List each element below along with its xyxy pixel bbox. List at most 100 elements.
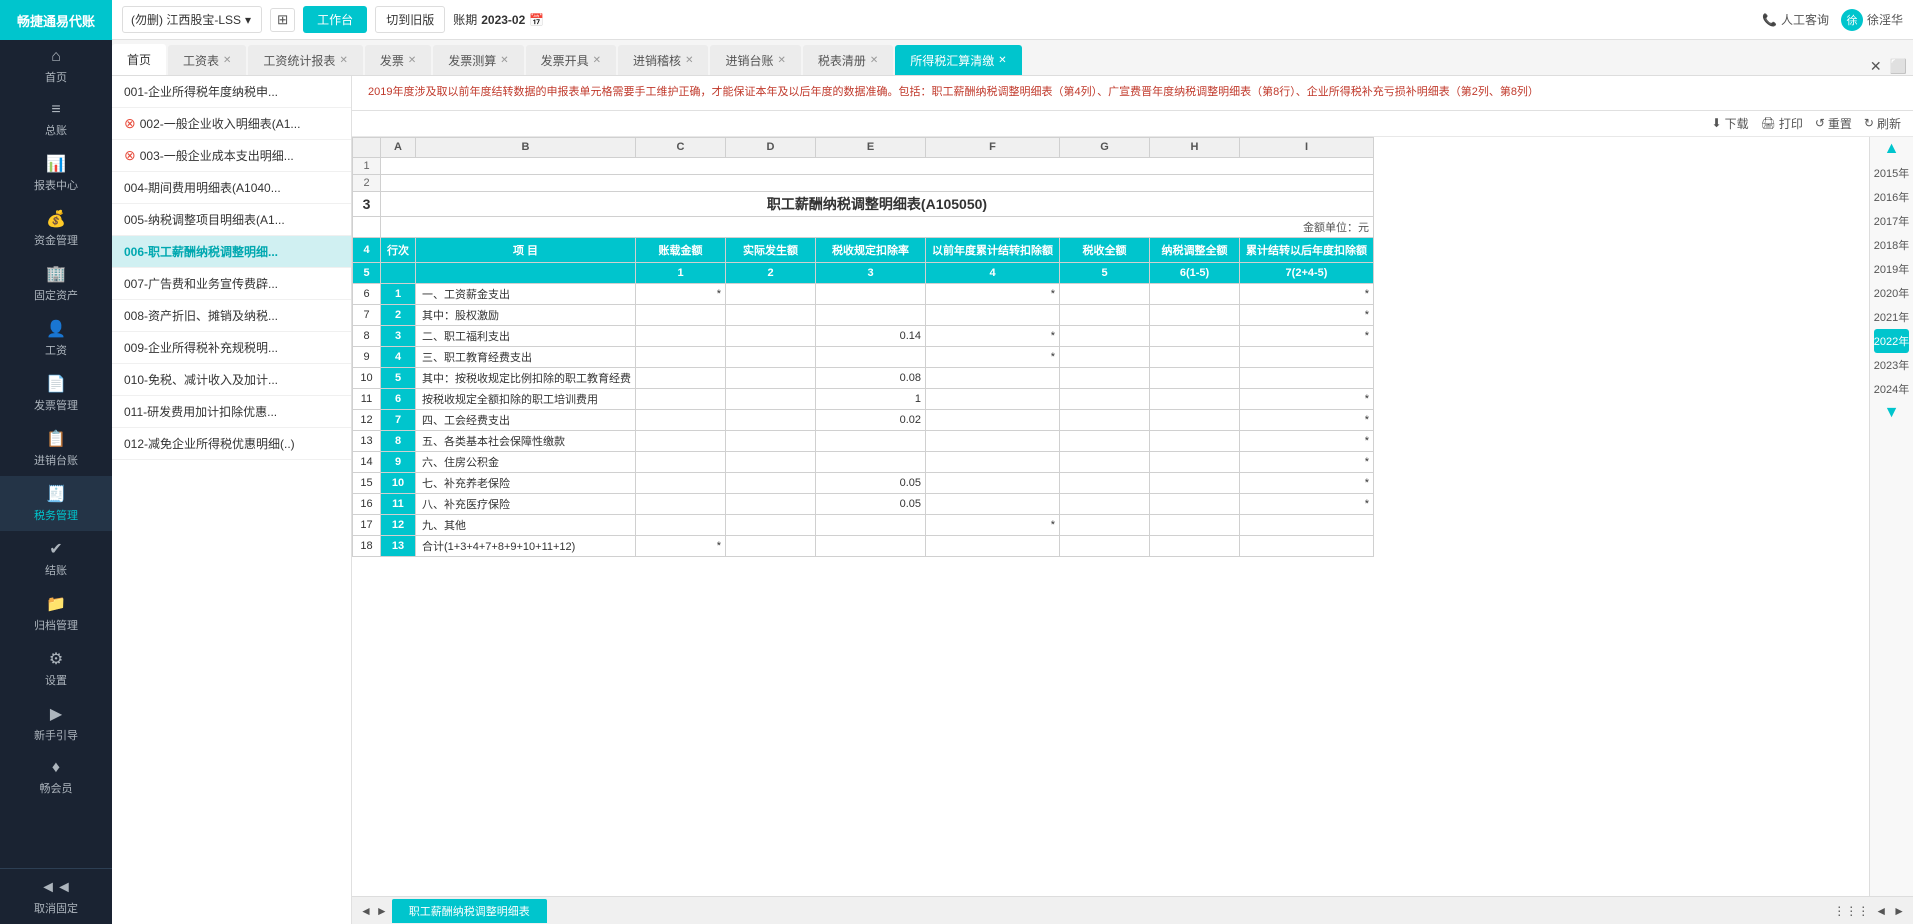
h-cell[interactable] — [1150, 472, 1240, 493]
sidebar-item-guide[interactable]: ▶新手引导 — [0, 696, 112, 751]
sidebar-item-cancel-fixed[interactable]: ◄◄ 取消固定 — [0, 871, 112, 924]
e-cell[interactable] — [816, 283, 926, 304]
e-cell[interactable] — [816, 346, 926, 367]
form-item-006[interactable]: 006-职工薪酬纳税调整明细... — [112, 236, 351, 268]
g-cell[interactable] — [1060, 346, 1150, 367]
f-cell[interactable] — [926, 388, 1060, 409]
copy-icon[interactable]: ⊞ — [270, 8, 295, 32]
sidebar-item-ledger[interactable]: ≡总账 — [0, 93, 112, 146]
tab-8[interactable]: 税表清册 ✕ — [803, 45, 893, 75]
d-cell[interactable] — [726, 430, 816, 451]
form-item-001[interactable]: 001-企业所得税年度纳税申... — [112, 76, 351, 108]
sidebar-item-sales-ledger[interactable]: 📋进销台账 — [0, 421, 112, 476]
form-item-005[interactable]: 005-纳税调整项目明细表(A1... — [112, 204, 351, 236]
g-cell[interactable] — [1060, 283, 1150, 304]
i-cell[interactable]: * — [1240, 304, 1374, 325]
h-cell[interactable] — [1150, 304, 1240, 325]
close-tab-8[interactable]: ✕ — [870, 55, 878, 66]
close-tab-2[interactable]: ✕ — [339, 55, 347, 66]
form-item-009[interactable]: 009-企业所得税补充规税明... — [112, 332, 351, 364]
f-cell[interactable] — [926, 367, 1060, 388]
d-cell[interactable] — [726, 346, 816, 367]
form-item-012[interactable]: 012-减免企业所得税优惠明细(..) — [112, 428, 351, 460]
d-cell[interactable] — [726, 367, 816, 388]
h-cell[interactable] — [1150, 493, 1240, 514]
g-cell[interactable] — [1060, 304, 1150, 325]
h-cell[interactable] — [1150, 388, 1240, 409]
year-2022年[interactable]: 2022年 — [1874, 329, 1909, 353]
form-item-010[interactable]: 010-免税、减计收入及加计... — [112, 364, 351, 396]
i-cell[interactable] — [1240, 367, 1374, 388]
f-cell[interactable]: * — [926, 283, 1060, 304]
label-cell[interactable]: 按税收规定全额扣除的职工培训费用 — [416, 388, 636, 409]
f-cell[interactable] — [926, 430, 1060, 451]
e-cell[interactable]: 0.08 — [816, 367, 926, 388]
close-tab-1[interactable]: ✕ — [223, 55, 231, 66]
year-2020年[interactable]: 2020年 — [1874, 281, 1909, 305]
f-cell[interactable] — [926, 472, 1060, 493]
tab-0[interactable]: 首页 — [112, 44, 166, 75]
workspace-button[interactable]: 工作台 — [303, 6, 367, 33]
sheet-scroll-left[interactable]: ◄ — [1875, 904, 1887, 918]
sidebar-item-member[interactable]: ♦畅会员 — [0, 751, 112, 804]
g-cell[interactable] — [1060, 535, 1150, 556]
form-item-011[interactable]: 011-研发费用加计扣除优惠... — [112, 396, 351, 428]
tab-5[interactable]: 发票开具 ✕ — [526, 45, 616, 75]
i-cell[interactable]: * — [1240, 493, 1374, 514]
year-2015年[interactable]: 2015年 — [1874, 161, 1909, 185]
d-cell[interactable] — [726, 304, 816, 325]
tab-2[interactable]: 工资统计报表 ✕ — [248, 45, 362, 75]
d-cell[interactable] — [726, 514, 816, 535]
c-cell[interactable] — [636, 451, 726, 472]
sheet-tab[interactable]: 职工薪酬纳税调整明细表 — [392, 899, 547, 923]
close-tab-5[interactable]: ✕ — [593, 55, 601, 66]
c-cell[interactable] — [636, 304, 726, 325]
i-cell[interactable]: * — [1240, 283, 1374, 304]
h-cell[interactable] — [1150, 514, 1240, 535]
sheet-scroll-right[interactable]: ► — [1893, 904, 1905, 918]
sheet-main[interactable]: A B C D E F G H I 123职工薪酬纳税调整明细表 — [352, 137, 1869, 896]
close-tab-6[interactable]: ✕ — [685, 55, 693, 66]
year-2021年[interactable]: 2021年 — [1874, 305, 1909, 329]
e-cell[interactable]: 0.05 — [816, 472, 926, 493]
c-cell[interactable] — [636, 472, 726, 493]
e-cell[interactable]: 0.05 — [816, 493, 926, 514]
label-cell[interactable]: 七、补充养老保险 — [416, 472, 636, 493]
company-selector[interactable]: (勿删) 江西股宝-LSS ▾ — [122, 6, 262, 33]
i-cell[interactable]: * — [1240, 409, 1374, 430]
g-cell[interactable] — [1060, 451, 1150, 472]
g-cell[interactable] — [1060, 493, 1150, 514]
maximize-icon[interactable]: ⬜ — [1890, 58, 1907, 75]
i-cell[interactable] — [1240, 514, 1374, 535]
f-cell[interactable] — [926, 535, 1060, 556]
f-cell[interactable] — [926, 304, 1060, 325]
c-cell[interactable] — [636, 430, 726, 451]
d-cell[interactable] — [726, 283, 816, 304]
c-cell[interactable] — [636, 493, 726, 514]
year-2024年[interactable]: 2024年 — [1874, 377, 1909, 401]
sidebar-item-archive[interactable]: 📁归档管理 — [0, 586, 112, 641]
label-cell[interactable]: 其中：按税收规定比例扣除的职工教育经费 — [416, 367, 636, 388]
download-button[interactable]: ⬇ 下载 — [1712, 115, 1749, 132]
e-cell[interactable] — [816, 535, 926, 556]
form-item-004[interactable]: 004-期间费用明细表(A1040... — [112, 172, 351, 204]
c-cell[interactable] — [636, 514, 726, 535]
c-cell[interactable] — [636, 388, 726, 409]
d-cell[interactable] — [726, 451, 816, 472]
sheet-more-icon[interactable]: ⋮⋮⋮ — [1833, 904, 1869, 918]
sidebar-item-close[interactable]: ✔结账 — [0, 531, 112, 586]
switch-old-button[interactable]: 切到旧版 — [375, 6, 445, 33]
g-cell[interactable] — [1060, 430, 1150, 451]
label-cell[interactable]: 合计(1+3+4+7+8+9+10+11+12) — [416, 535, 636, 556]
h-cell[interactable] — [1150, 283, 1240, 304]
label-cell[interactable]: 其中：股权激励 — [416, 304, 636, 325]
close-tab-4[interactable]: ✕ — [500, 55, 508, 66]
year-2016年[interactable]: 2016年 — [1874, 185, 1909, 209]
close-tab-7[interactable]: ✕ — [777, 55, 785, 66]
h-cell[interactable] — [1150, 367, 1240, 388]
e-cell[interactable]: 0.14 — [816, 325, 926, 346]
i-cell[interactable]: * — [1240, 472, 1374, 493]
label-cell[interactable]: 一、工资薪金支出 — [416, 283, 636, 304]
form-item-007[interactable]: 007-广告费和业务宣传费辟... — [112, 268, 351, 300]
year-2018年[interactable]: 2018年 — [1874, 233, 1909, 257]
